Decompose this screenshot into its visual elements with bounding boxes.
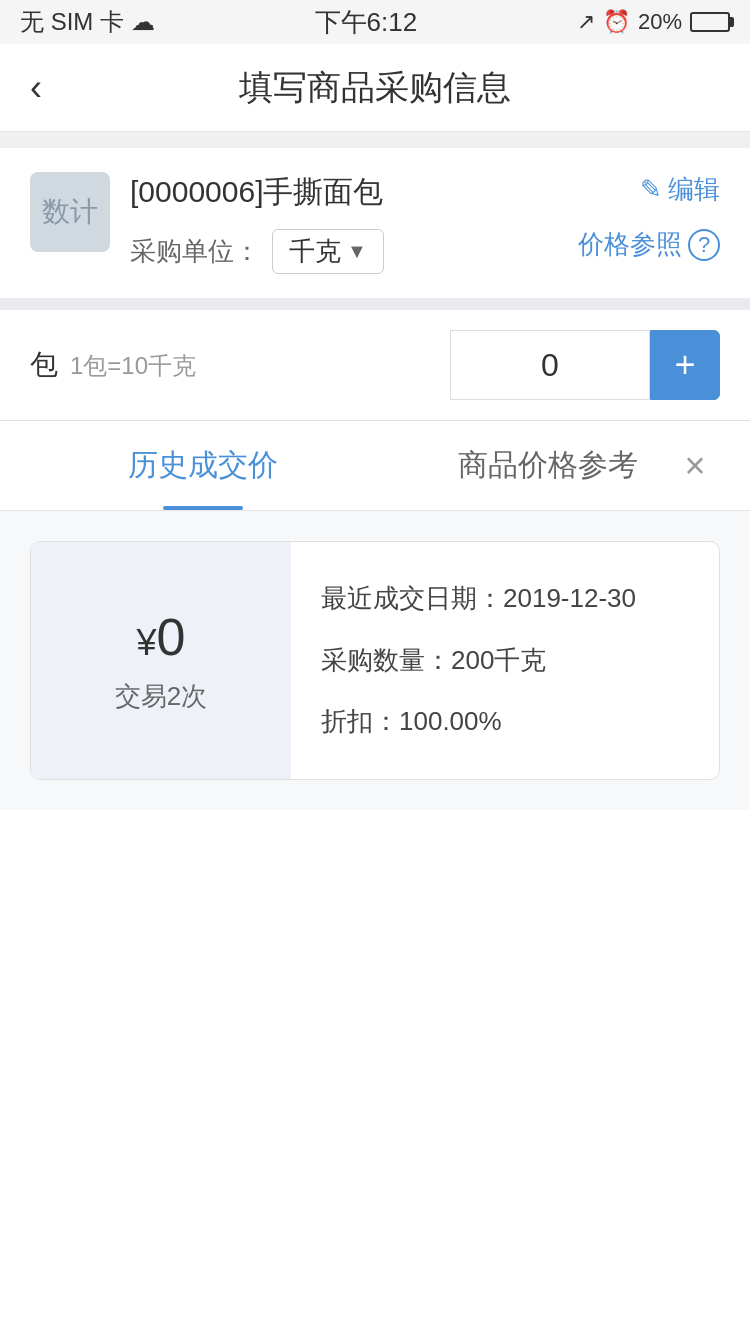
price-discount: 折扣：100.00% xyxy=(321,701,689,743)
page-title: 填写商品采购信息 xyxy=(239,65,511,111)
close-panel-button[interactable]: × xyxy=(670,441,720,491)
edit-button[interactable]: ✎ 编辑 xyxy=(640,172,720,207)
product-right: ✎ 编辑 价格参照 ? xyxy=(578,172,720,262)
status-right: ↗ ⏰ 20% xyxy=(577,9,730,35)
price-value: 0 xyxy=(157,608,186,666)
quantity-plus-button[interactable]: + xyxy=(650,330,720,400)
price-amount: ¥0 xyxy=(137,607,186,667)
product-info: [0000006]手撕面包 采购单位： 千克 ▼ xyxy=(130,172,384,274)
gray-divider xyxy=(0,298,750,310)
location-icon: ↗ xyxy=(577,9,595,35)
price-qty: 采购数量：200千克 xyxy=(321,640,689,682)
bottom-panel: 历史成交价 商品价格参考 × ¥0 交易2次 最近成交日期：2019-12-30… xyxy=(0,420,750,810)
price-help-icon: ? xyxy=(688,229,720,261)
price-ref-label: 价格参照 xyxy=(578,227,682,262)
tab-price-reference-label: 商品价格参考 xyxy=(458,445,638,486)
status-time: 下午6:12 xyxy=(315,5,418,40)
product-unit-row: 采购单位： 千克 ▼ xyxy=(130,229,384,274)
price-latest-date-value: 2019-12-30 xyxy=(503,583,636,613)
product-left: 数计 [0000006]手撕面包 采购单位： 千克 ▼ xyxy=(30,172,384,274)
unit-value: 千克 xyxy=(289,234,341,269)
edit-icon: ✎ xyxy=(640,174,662,205)
price-latest-date: 最近成交日期：2019-12-30 xyxy=(321,578,689,620)
nav-bar: ‹ 填写商品采购信息 xyxy=(0,44,750,132)
price-ref-button[interactable]: 价格参照 ? xyxy=(578,227,720,262)
quantity-right: 0 + xyxy=(450,330,720,400)
alarm-icon: ⏰ xyxy=(603,9,630,35)
product-name: [0000006]手撕面包 xyxy=(130,172,384,213)
quantity-left: 包 1包=10千克 xyxy=(30,346,196,384)
qty-unit-label: 包 xyxy=(30,346,58,384)
back-button[interactable]: ‹ xyxy=(30,67,90,109)
battery-percent: 20% xyxy=(638,9,682,35)
price-symbol: ¥ xyxy=(137,622,157,663)
status-left: 无 SIM 卡 ☁ xyxy=(20,6,155,38)
price-discount-label: 折扣： xyxy=(321,706,399,736)
tab-price-reference[interactable]: 商品价格参考 xyxy=(375,421,720,510)
sim-label: 无 SIM 卡 ☁ xyxy=(20,6,155,38)
unit-select[interactable]: 千克 ▼ xyxy=(272,229,384,274)
price-latest-date-label: 最近成交日期： xyxy=(321,583,503,613)
panel-content: ¥0 交易2次 最近成交日期：2019-12-30 采购数量：200千克 折扣：… xyxy=(0,511,750,810)
edit-label: 编辑 xyxy=(668,172,720,207)
price-card: ¥0 交易2次 最近成交日期：2019-12-30 采购数量：200千克 折扣：… xyxy=(30,541,720,780)
status-bar: 无 SIM 卡 ☁ 下午6:12 ↗ ⏰ 20% xyxy=(0,0,750,44)
panel-tabs: 历史成交价 商品价格参考 × xyxy=(0,421,750,511)
price-left-col: ¥0 交易2次 xyxy=(31,542,291,779)
tab-underline xyxy=(163,506,243,510)
price-times: 交易2次 xyxy=(115,679,207,714)
price-qty-value: 200千克 xyxy=(451,645,546,675)
price-right-col: 最近成交日期：2019-12-30 采购数量：200千克 折扣：100.00% xyxy=(291,542,719,779)
unit-arrow-icon: ▼ xyxy=(347,240,367,263)
product-card: 数计 [0000006]手撕面包 采购单位： 千克 ▼ ✎ 编辑 价格参照 xyxy=(0,148,750,298)
battery-icon xyxy=(690,12,730,32)
quantity-input[interactable]: 0 xyxy=(450,330,650,400)
price-discount-value: 100.00% xyxy=(399,706,502,736)
product-logo: 数计 xyxy=(30,172,110,252)
quantity-row: 包 1包=10千克 0 + xyxy=(0,310,750,420)
qty-conversion: 1包=10千克 xyxy=(70,350,196,382)
price-qty-label: 采购数量： xyxy=(321,645,451,675)
product-logo-text: 数计 xyxy=(42,193,98,231)
page-rest xyxy=(0,810,750,1334)
unit-label: 采购单位： xyxy=(130,234,260,269)
tab-history-price[interactable]: 历史成交价 xyxy=(30,421,375,510)
tab-history-price-label: 历史成交价 xyxy=(128,445,278,486)
